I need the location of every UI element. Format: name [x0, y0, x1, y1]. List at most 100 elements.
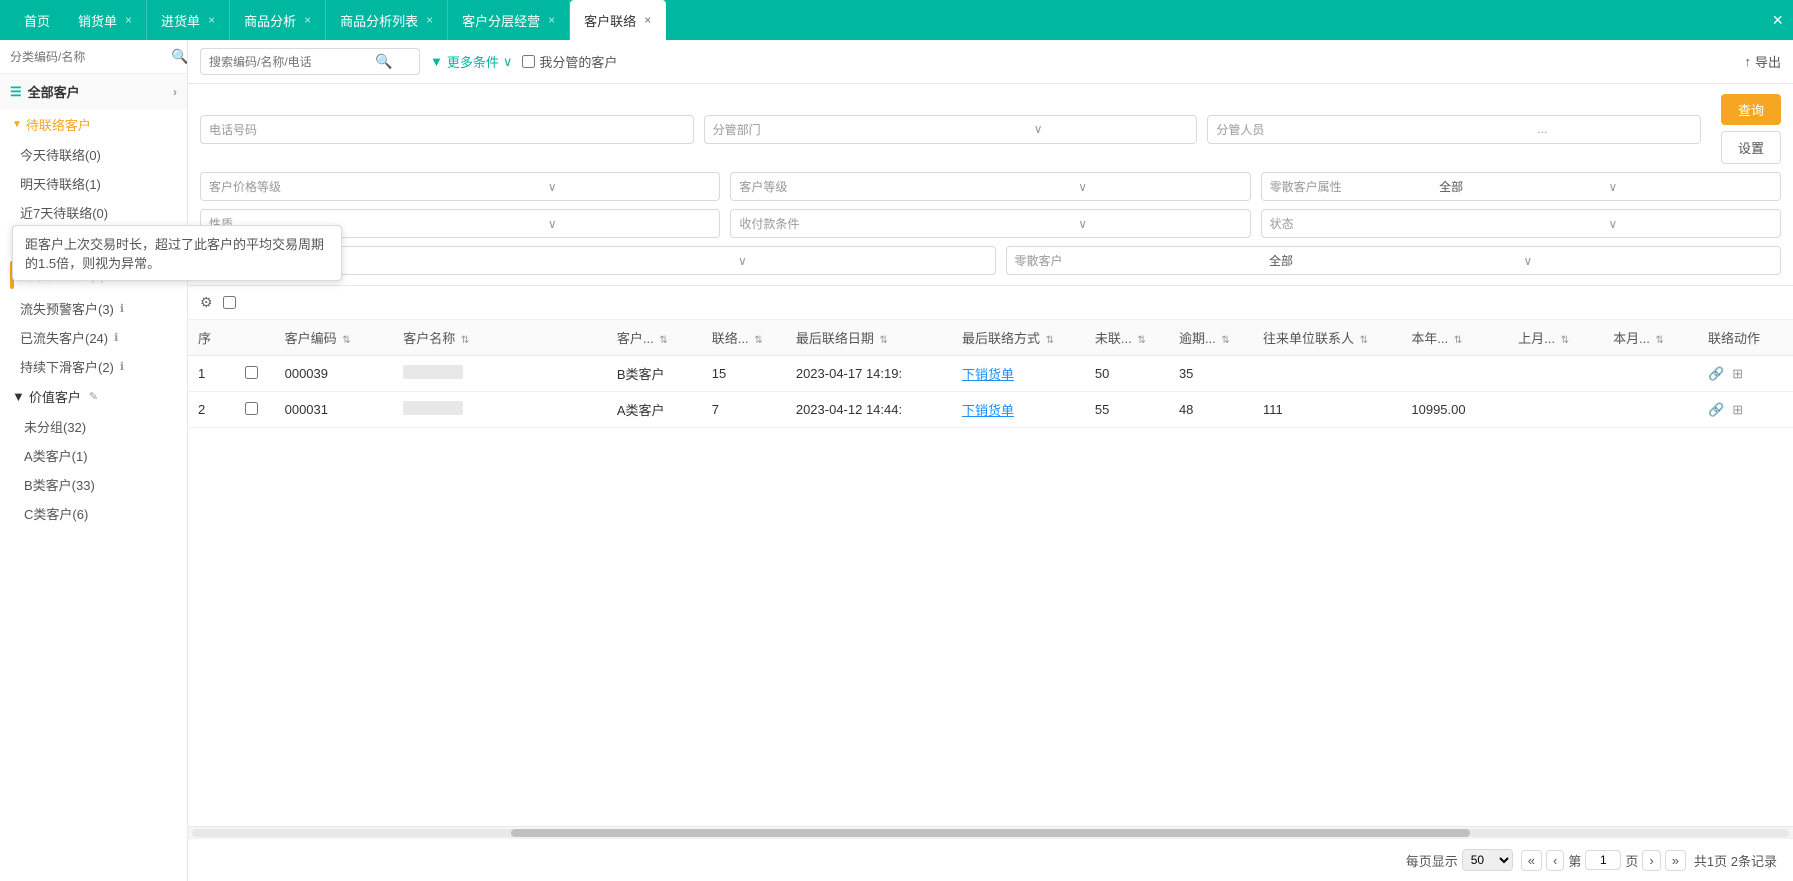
action-icons-1: 🔗 ⊞: [1708, 366, 1783, 382]
sidebar-search-icon[interactable]: 🔍: [171, 48, 188, 65]
nav-tab-product-list[interactable]: 商品分析列表 ×: [326, 0, 448, 40]
col-name[interactable]: 客户名称 ⇅: [393, 320, 607, 356]
nav-tab-product-analysis[interactable]: 商品分析 ×: [230, 0, 326, 40]
scrollbar-thumb[interactable]: [511, 829, 1469, 837]
col-last-date[interactable]: 最后联络日期 ⇅: [786, 320, 952, 356]
close-customer-segment-icon[interactable]: ×: [548, 13, 555, 27]
pagination: 每页显示 10 20 50 100 « ‹ 第 页 › » 共1页: [188, 838, 1793, 881]
edit-icon[interactable]: ✎: [89, 390, 98, 403]
customer-table: 序 客户编码 ⇅ 客户名称 ⇅ 客户... ⇅: [188, 320, 1793, 428]
filter-bar: 🔍 ▼ 更多条件 ∨ 我分管的客户 ↑ 导出: [188, 40, 1793, 84]
retail-customer-field[interactable]: 零散客户 全部 ∨: [1006, 246, 1782, 275]
main-search-input[interactable]: [209, 55, 369, 69]
cell-method-1[interactable]: 下销货单: [952, 356, 1085, 392]
first-page-button[interactable]: «: [1521, 850, 1542, 871]
sidebar-item-c-class[interactable]: C类客户(6): [0, 499, 187, 528]
cell-name-2[interactable]: [393, 392, 607, 428]
next-page-button[interactable]: ›: [1642, 850, 1660, 871]
nav-tab-purchase[interactable]: 进货单 ×: [147, 0, 230, 40]
cell-method-2[interactable]: 下销货单: [952, 392, 1085, 428]
cell-code-1[interactable]: 000039: [275, 356, 394, 392]
department-field[interactable]: 分管部门 ∨: [704, 115, 1198, 144]
my-customers-check[interactable]: [522, 55, 535, 68]
sidebar-item-lost-warning[interactable]: 流失预警客户(3) ℹ: [0, 294, 187, 323]
sidebar-item-a-class[interactable]: A类客户(1): [0, 441, 187, 470]
sidebar-all-customers[interactable]: ☰ 全部客户 ›: [0, 74, 187, 109]
col-no-contact[interactable]: 未联... ⇅: [1085, 320, 1169, 356]
page-number-input[interactable]: [1585, 850, 1621, 870]
prev-page-button[interactable]: ‹: [1546, 850, 1564, 871]
close-product-list-icon[interactable]: ×: [426, 13, 433, 27]
cell-person-1: [1253, 356, 1401, 392]
status-field[interactable]: 状态 ∨: [1261, 209, 1781, 238]
row-checkbox-1[interactable]: [245, 366, 258, 379]
cell-person-2: 111: [1253, 392, 1401, 428]
col-this-year[interactable]: 本年... ⇅: [1401, 320, 1508, 356]
nav-tab-customer-segment[interactable]: 客户分层经营 ×: [448, 0, 570, 40]
sidebar-item-tomorrow[interactable]: 明天待联络(1): [0, 169, 187, 198]
phone-field[interactable]: 电话号码: [200, 115, 694, 144]
nav-tab-sales[interactable]: 销货单 ×: [64, 0, 147, 40]
more-conditions-button[interactable]: ▼ 更多条件 ∨: [430, 52, 512, 71]
manager-field[interactable]: 分管人员 ...: [1207, 115, 1701, 144]
sidebar-item-b-class[interactable]: B类客户(33): [0, 470, 187, 499]
cell-code-2[interactable]: 000031: [275, 392, 394, 428]
export-button[interactable]: ↑ 导出: [1744, 52, 1781, 71]
sidebar-value-group[interactable]: ▼ 价值客户 ✎: [0, 381, 187, 412]
row-checkbox-2[interactable]: [245, 402, 258, 415]
cell-overdue-2: 48: [1169, 392, 1253, 428]
sidebar-item-declining[interactable]: 持续下滑客户(2) ℹ: [0, 352, 187, 381]
customer-level-field[interactable]: 客户等级 ∨: [730, 172, 1250, 201]
col-contact-person[interactable]: 往来单位联系人 ⇅: [1253, 320, 1401, 356]
close-all-button[interactable]: ×: [1772, 10, 1783, 31]
chevron-down-icon: ∨: [503, 54, 513, 70]
price-level-arrow-icon: ∨: [548, 180, 711, 194]
payment-terms-field[interactable]: 收付款条件 ∨: [730, 209, 1250, 238]
main-layout: 🔍 ☰ 全部客户 › ▼ 待联络客户 今天待联络(0) 明天待联络(1): [0, 40, 1793, 881]
select-all-checkbox[interactable]: [223, 296, 236, 309]
cell-name-1[interactable]: [393, 356, 607, 392]
col-overdue[interactable]: 逾期... ⇅: [1169, 320, 1253, 356]
nav-tab-customer-contact[interactable]: 客户联络 ×: [570, 0, 666, 40]
close-sales-icon[interactable]: ×: [125, 13, 132, 27]
more-action-icon-1[interactable]: ⊞: [1732, 366, 1743, 382]
col-last-method[interactable]: 最后联络方式 ⇅: [952, 320, 1085, 356]
table-area: ⚙ 序 客户编码 ⇅ 客户名称: [188, 286, 1793, 826]
sidebar-item-today[interactable]: 今天待联络(0): [0, 140, 187, 169]
cell-lastmonth-2: [1508, 392, 1603, 428]
close-product-analysis-icon[interactable]: ×: [304, 13, 311, 27]
page-size-select[interactable]: 10 20 50 100: [1462, 849, 1513, 871]
sidebar-collapse-icon[interactable]: ›: [173, 85, 177, 99]
sidebar-item-ungroup[interactable]: 未分组(32): [0, 412, 187, 441]
sidebar-search-input[interactable]: [10, 50, 165, 64]
horizontal-scrollbar[interactable]: [188, 826, 1793, 838]
retail-attr-field[interactable]: 零散客户属性 全部 ∨: [1261, 172, 1781, 201]
sort-type-icon: ⇅: [659, 335, 667, 346]
view-action-icon-2[interactable]: 🔗: [1708, 402, 1724, 418]
close-purchase-icon[interactable]: ×: [208, 13, 215, 27]
sort-contact-icon: ⇅: [754, 335, 762, 346]
col-last-month[interactable]: 上月... ⇅: [1508, 320, 1603, 356]
my-customers-checkbox[interactable]: 我分管的客户: [522, 52, 617, 71]
more-action-icon-2[interactable]: ⊞: [1732, 402, 1743, 418]
sort-person-icon: ⇅: [1360, 335, 1368, 346]
main-search-icon[interactable]: 🔍: [375, 53, 392, 70]
close-customer-contact-icon[interactable]: ×: [644, 13, 651, 27]
col-customer-type[interactable]: 客户... ⇅: [607, 320, 702, 356]
sidebar-pending-title[interactable]: ▼ 待联络客户: [0, 109, 187, 140]
col-code[interactable]: 客户编码 ⇅: [275, 320, 394, 356]
col-this-month[interactable]: 本月... ⇅: [1603, 320, 1698, 356]
col-seq: 序: [188, 320, 235, 356]
customer-type-arrow-icon: ∨: [738, 254, 987, 268]
sidebar-item-lost[interactable]: 已流失客户(24) ℹ: [0, 323, 187, 352]
col-contact-count[interactable]: 联络... ⇅: [702, 320, 786, 356]
query-button[interactable]: 查询: [1721, 94, 1781, 125]
sidebar-item-7days[interactable]: 近7天待联络(0): [0, 198, 187, 227]
price-level-field[interactable]: 客户价格等级 ∨: [200, 172, 720, 201]
last-page-button[interactable]: »: [1665, 850, 1686, 871]
settings-icon[interactable]: ⚙: [200, 294, 213, 311]
nav-tab-home[interactable]: 首页: [10, 0, 64, 40]
view-action-icon-1[interactable]: 🔗: [1708, 366, 1724, 382]
set-button[interactable]: 设置: [1721, 131, 1781, 164]
cell-thisyear-1: [1401, 356, 1508, 392]
